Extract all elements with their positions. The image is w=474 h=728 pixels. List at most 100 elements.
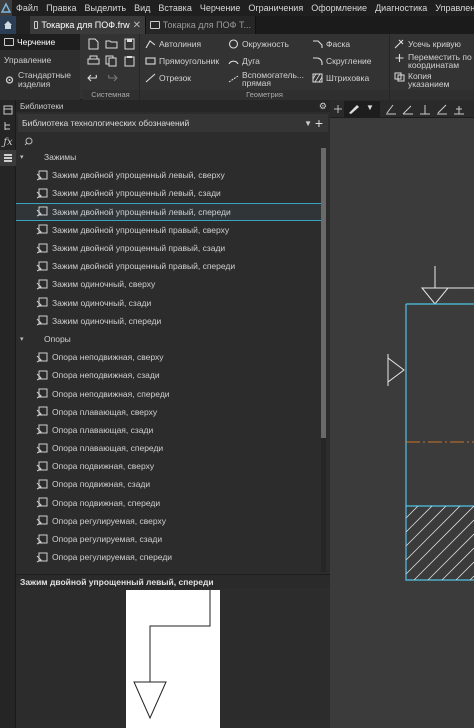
aux-line-button[interactable]: Вспомогатель... прямая [228,71,310,87]
tree-group[interactable]: ▾ Зажимы [16,148,324,166]
app-logo-icon[interactable] [0,0,12,16]
tab-document-active[interactable]: Токарка для ПОФ.frw ✕ [30,16,146,34]
menu-drawing[interactable]: Черчение [196,3,245,13]
tree-item[interactable]: Зажим двойной упрощенный левый, спереди [16,202,324,221]
variables-icon[interactable]: ƒx [0,134,16,150]
tree-item-label: Опора регулируемая, сверху [52,515,167,526]
menu-select[interactable]: Выделить [81,3,131,13]
open-folder-icon[interactable] [105,38,118,50]
pen-icon [349,105,359,114]
tree-item[interactable]: Опора регулируемая, сверху [16,512,324,530]
menu-edit[interactable]: Правка [42,3,80,13]
tree-item[interactable]: Зажим двойной упрощенный правый, сверху [16,221,324,239]
expand-arrow-icon[interactable]: ▾ [20,153,34,161]
menu-file[interactable]: Файл [12,3,42,13]
autoline-button[interactable]: Автолиния [145,39,201,49]
menu-constraints[interactable]: Ограничения [244,3,307,13]
tree-item[interactable]: Опора подвижная, сзади [16,475,324,493]
left-tool-strip: ƒx [0,100,16,728]
document-tab-bar: Токарка для ПОФ.frw ✕ Токарка для ПОФ Т.… [0,16,474,34]
library-select[interactable]: Библиотека технологических обозначений ▼… [18,114,328,132]
search-icon [24,137,33,145]
tree-item[interactable]: Зажим одиночный, спереди [16,312,324,330]
tree-item[interactable]: Опора плавающая, спереди [16,439,324,457]
redo-icon[interactable] [105,72,118,84]
snap-icon[interactable] [385,103,397,115]
menu-view[interactable]: Вид [130,3,154,13]
symbol-item-icon [36,443,48,454]
nav-standard-parts[interactable]: Стандартные изделия [0,70,80,90]
tree-item[interactable]: Опора подвижная, спереди [16,494,324,512]
tree-scrollbar[interactable] [321,148,326,572]
tree-item-label: Зажим двойной упрощенный левый, сзади [52,188,221,199]
print-icon[interactable] [87,55,100,67]
fillet-button[interactable]: Скругление [312,56,372,66]
tab-scroll-left[interactable] [16,16,30,34]
button-label: Скругление [326,56,372,66]
ortho-icon[interactable] [436,103,448,115]
rectangle-button[interactable]: Прямоугольник [145,56,219,66]
arc-button[interactable]: Дуга [228,56,260,66]
trim-curve-button[interactable]: Усечь кривую [394,39,461,49]
tree-item[interactable]: Опора плавающая, сзади [16,421,324,439]
tree-item[interactable]: Опора неподвижная, сзади [16,366,324,384]
chevron-down-icon[interactable]: ▼ [304,119,312,128]
library-tree: ▾ Зажимы Зажим двойной упрощенный левый, с… [16,148,324,572]
menu-management[interactable]: Управление [431,3,474,13]
tree-item[interactable]: Зажим двойной упрощенный правый, спереди [16,257,324,275]
tree-item-label: Зажим двойной упрощенный левый, спереди [52,206,231,217]
segment-button[interactable]: Отрезок [145,73,191,83]
tree-item[interactable]: Зажим одиночный, сзади [16,294,324,312]
drawing-canvas[interactable] [330,118,474,728]
tree-item[interactable]: Опора регулируемая, сзади [16,530,324,548]
menu-insert[interactable]: Вставка [154,3,195,13]
tree-item[interactable]: Зажим двойной упрощенный левый, сзади [16,184,324,202]
expand-arrow-icon[interactable]: ▾ [20,335,34,343]
angle-snap-icon[interactable] [402,103,414,115]
undo-icon[interactable] [87,72,100,84]
close-icon[interactable]: ✕ [133,20,141,31]
gear-icon[interactable]: ⚙ [319,101,327,112]
style-selector[interactable]: ▼ [344,101,380,117]
copy-pointed-button[interactable]: Копия указанием [394,72,468,88]
gear-icon [5,76,14,84]
chamfer-button[interactable]: Фаска [312,39,350,49]
tree-item[interactable]: Опора подвижная, сверху [16,457,324,475]
symbol-item-icon [36,370,48,381]
grid-snap-icon[interactable] [419,103,431,115]
tab-document-second[interactable]: Токарка для ПОФ Т... [146,16,256,34]
button-label: Вспомогатель... прямая [242,70,304,88]
tree-icon[interactable] [0,118,16,134]
nav-drawing[interactable]: Черчение [0,34,80,50]
tree-item[interactable]: Опора неподвижная, спереди [16,384,324,402]
circle-button[interactable]: Окружность [228,39,289,49]
symbol-item-icon [36,297,48,308]
tree-item[interactable]: Зажим двойной упрощенный правый, сзади [16,239,324,257]
symbol-item-icon [36,170,48,181]
tree-item[interactable]: Зажим одиночный, сверху [16,275,324,293]
symbol-item-icon [36,224,48,235]
save-icon[interactable] [123,38,136,50]
tool-icon[interactable] [333,104,343,114]
tree-group[interactable]: ▾ Опоры [16,330,324,348]
libraries-icon[interactable] [0,150,16,166]
menu-diagnostics[interactable]: Диагностика [371,3,431,13]
tree-item[interactable]: Опора плавающая, сверху [16,403,324,421]
home-icon[interactable] [0,16,16,34]
tree-item[interactable]: Опора регулируемая, спереди [16,548,324,566]
copy-icon[interactable] [105,55,118,67]
tree-item-label: Зажим одиночный, сверху [52,279,156,290]
add-icon[interactable]: + [315,115,323,131]
new-document-icon[interactable] [87,38,100,50]
hatch-button[interactable]: Штриховка [312,73,369,83]
scrollbar-thumb[interactable] [321,148,326,438]
move-coords-button[interactable]: Переместить по координатам [394,53,474,69]
tree-item[interactable]: Зажим двойной упрощенный левый, сверху [16,166,324,184]
panel-toggle-icon[interactable] [0,102,16,118]
paste-icon[interactable] [123,55,136,67]
nav-management[interactable]: Управление [0,52,80,68]
measure-icon[interactable] [453,103,465,115]
tree-item[interactable]: Опора неподвижная, сверху [16,348,324,366]
menu-design[interactable]: Оформление [307,3,371,13]
library-search[interactable] [18,134,328,148]
